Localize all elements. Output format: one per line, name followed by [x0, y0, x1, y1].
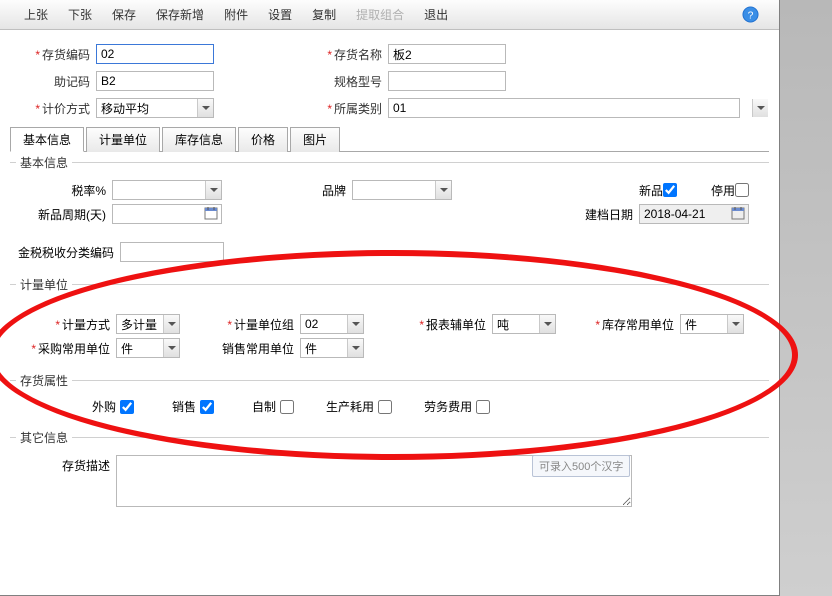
tab-inventory[interactable]: 库存信息 [162, 127, 236, 152]
chevron-down-icon[interactable] [347, 315, 363, 333]
tab-basic-info[interactable]: 基本信息 [10, 127, 84, 152]
chevron-down-icon[interactable] [163, 339, 179, 357]
attr-purchase-checkbox[interactable] [120, 400, 134, 414]
toolbar-item-save[interactable]: 保存 [102, 0, 146, 30]
toolbar-item-copy[interactable]: 复制 [302, 0, 346, 30]
section-legend: 存货属性 [16, 372, 72, 389]
tax-class-code-input[interactable] [120, 242, 224, 262]
tab-price[interactable]: 价格 [238, 127, 288, 152]
attr-purchase-label: 外购 [92, 398, 116, 415]
mnemonic-input[interactable] [96, 71, 214, 91]
newprod-period-label: 新品周期(天) [12, 206, 112, 223]
inventory-code-input[interactable] [96, 44, 214, 64]
chevron-down-icon[interactable] [727, 315, 743, 333]
disabled-checkbox[interactable] [735, 183, 749, 197]
spec-input[interactable] [388, 71, 506, 91]
toolbar-item-settings[interactable]: 设置 [258, 0, 302, 30]
attr-consume-checkbox[interactable] [378, 400, 392, 414]
report-unit-label: *报表辅单位 [364, 316, 492, 333]
tab-image[interactable]: 图片 [290, 127, 340, 152]
section-basic-info: 基本信息 税率% 品牌 新品 [10, 162, 769, 274]
section-legend: 基本信息 [16, 154, 72, 171]
chevron-down-icon[interactable] [163, 315, 179, 333]
chevron-down-icon[interactable] [205, 181, 221, 199]
tax-rate-label: 税率% [12, 182, 112, 199]
toolbar-item-next[interactable]: 下张 [58, 0, 102, 30]
desc-hint-tooltip: 可录入500个汉字 [532, 455, 630, 477]
category-select[interactable] [388, 98, 740, 118]
tab-bar: 基本信息 计量单位 库存信息 价格 图片 [10, 126, 769, 152]
calendar-icon[interactable] [204, 206, 218, 220]
sales-unit-label: 销售常用单位 [180, 340, 300, 357]
mnemonic-label: 助记码 [10, 73, 96, 90]
section-legend: 其它信息 [16, 429, 72, 446]
chevron-down-icon[interactable] [539, 315, 555, 333]
newprod-checkbox[interactable] [663, 183, 677, 197]
chevron-down-icon[interactable] [435, 181, 451, 199]
toolbar-item-save-new[interactable]: 保存新增 [146, 0, 214, 30]
chevron-down-icon[interactable] [347, 339, 363, 357]
brand-label: 品牌 [222, 182, 352, 199]
create-date-label: 建档日期 [579, 206, 639, 223]
pricing-method-label: *计价方式 [10, 100, 96, 117]
section-legend: 计量单位 [16, 276, 72, 293]
section-unit: 计量单位 *计量方式 *计量单位组 *报表辅单位 *库存常用单位 *采购常用单位 [10, 284, 769, 370]
attr-sales-label: 销售 [172, 398, 196, 415]
tax-class-code-label: 金税税收分类编码 [12, 244, 120, 261]
toolbar-item-extract-combo: 提取组合 [346, 0, 414, 30]
chevron-down-icon[interactable] [197, 99, 213, 117]
toolbar-item-prev[interactable]: 上张 [14, 0, 58, 30]
section-attributes: 存货属性 外购 销售 自制 生产耗用 劳务费用 [10, 380, 769, 427]
unit-group-label: *计量单位组 [180, 316, 300, 333]
inventory-name-label: *存货名称 [302, 46, 388, 63]
chevron-down-icon[interactable] [752, 99, 768, 117]
attr-labor-checkbox[interactable] [476, 400, 490, 414]
unit-method-label: *计量方式 [12, 316, 116, 333]
toolbar-item-exit[interactable]: 退出 [414, 0, 458, 30]
attr-selfmade-checkbox[interactable] [280, 400, 294, 414]
attr-labor-label: 劳务费用 [424, 398, 472, 415]
toolbar-item-attachment[interactable]: 附件 [214, 0, 258, 30]
attr-consume-label: 生产耗用 [326, 398, 374, 415]
tab-unit[interactable]: 计量单位 [86, 127, 160, 152]
inventory-name-input[interactable] [388, 44, 506, 64]
newprod-label: 新品 [639, 182, 663, 199]
attr-sales-checkbox[interactable] [200, 400, 214, 414]
section-other: 其它信息 存货描述 可录入500个汉字 [10, 437, 769, 519]
purchase-unit-label: *采购常用单位 [12, 340, 116, 357]
category-label: *所属类别 [302, 100, 388, 117]
toolbar: 上张 下张 保存 保存新增 附件 设置 复制 提取组合 退出 ? [0, 0, 779, 30]
help-icon[interactable]: ? [742, 6, 759, 23]
calendar-icon[interactable] [731, 206, 745, 220]
spec-label: 规格型号 [302, 73, 388, 90]
svg-text:?: ? [748, 10, 754, 21]
stock-unit-label: *库存常用单位 [556, 316, 680, 333]
attr-selfmade-label: 自制 [252, 398, 276, 415]
desc-label: 存货描述 [12, 455, 116, 474]
inventory-code-label: *存货编码 [10, 46, 96, 63]
disabled-label: 停用 [711, 182, 735, 199]
